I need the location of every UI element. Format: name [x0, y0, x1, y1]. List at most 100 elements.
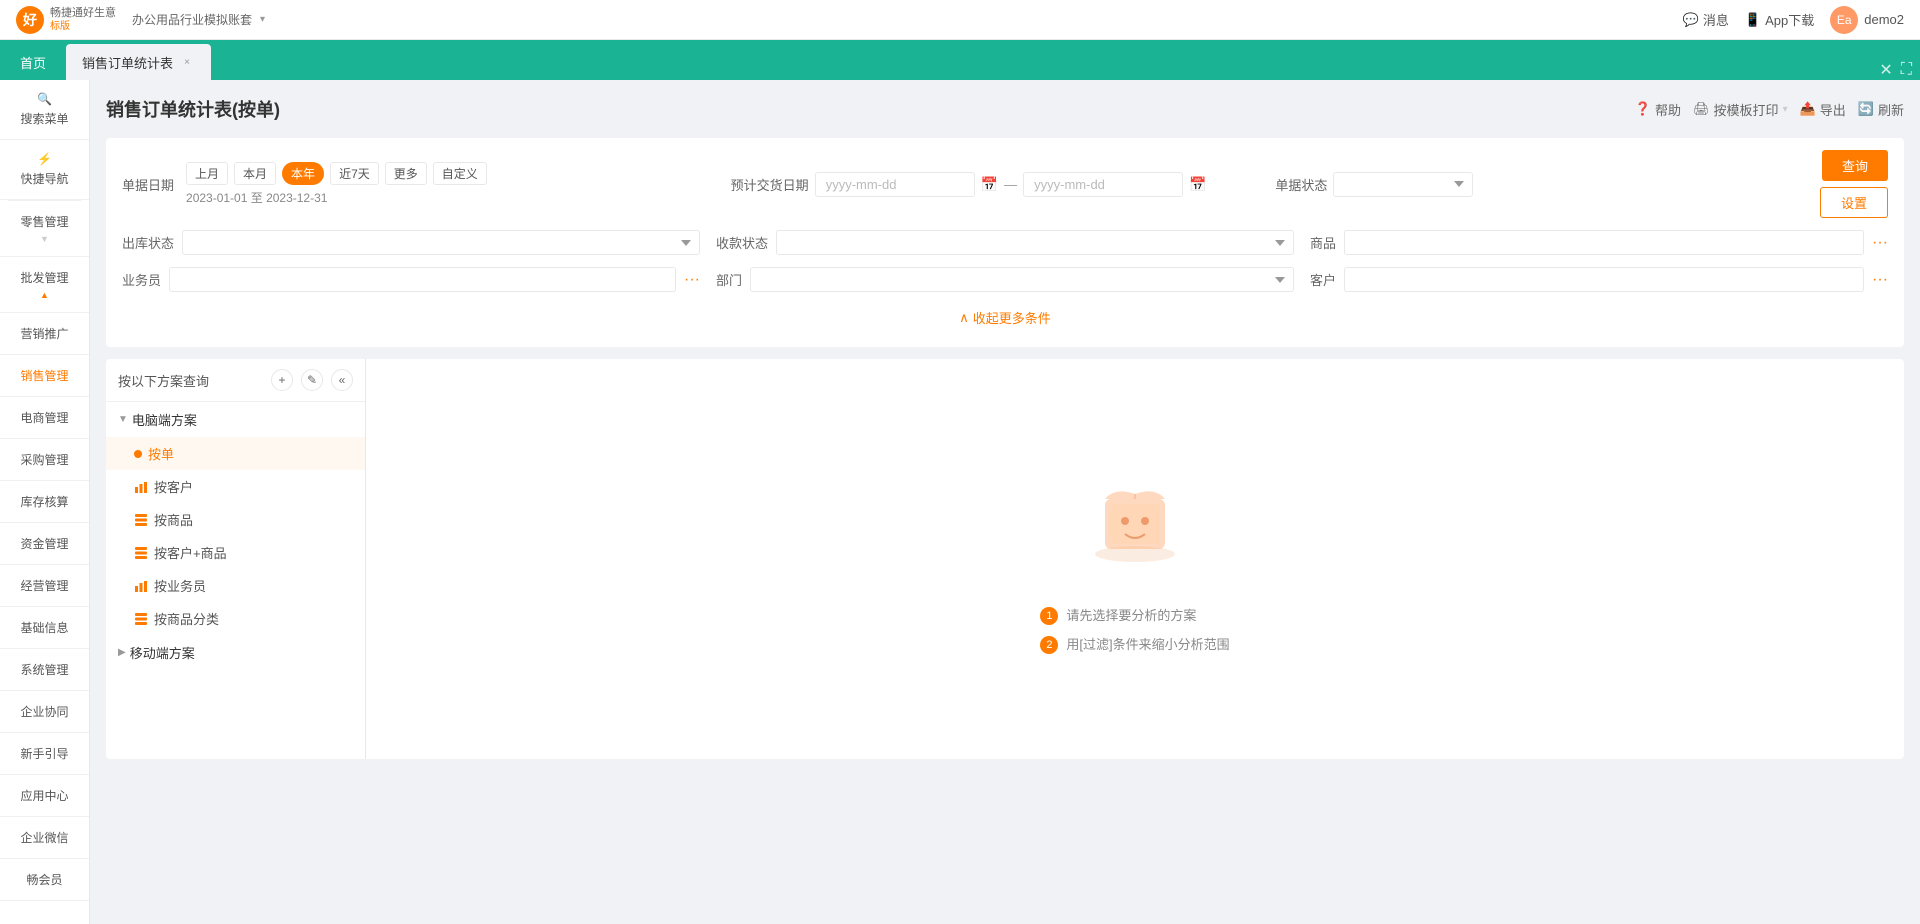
- message-btn[interactable]: 💬 消息: [1683, 10, 1729, 29]
- scheme-panel: 按以下方案查询 + ✎ « ▼ 电脑端方案: [106, 359, 366, 759]
- sidebar-item-sales[interactable]: 销售管理: [0, 355, 89, 397]
- scheme-edit-btn[interactable]: ✎: [301, 369, 323, 391]
- scheme-header-title: 按以下方案查询: [118, 371, 263, 390]
- download-icon: 📱: [1745, 12, 1761, 28]
- tab-expand-btn[interactable]: ⛶: [1901, 61, 1912, 79]
- sidebar-item-newbie[interactable]: 新手引导: [0, 733, 89, 775]
- filter-row-1: 单据日期 上月 本月 本年 近7天 更多 自定义 20: [122, 150, 1888, 218]
- date-btn-last-month[interactable]: 上月: [186, 162, 228, 185]
- table2-icon: [134, 546, 148, 560]
- scheme-add-btn[interactable]: +: [271, 369, 293, 391]
- tab-sales-order-stats[interactable]: 销售订单统计表 ×: [66, 44, 211, 80]
- date-btn-this-year[interactable]: 本年: [282, 162, 324, 185]
- customer-input[interactable]: [1344, 267, 1864, 292]
- scheme-group-mobile-header[interactable]: ▶ 移动端方案: [106, 635, 365, 670]
- sidebar-item-ecommerce[interactable]: 电商管理: [0, 397, 89, 439]
- expected-date-label: 预计交货日期: [731, 175, 809, 194]
- refresh-btn[interactable]: 🔄 刷新: [1858, 100, 1904, 119]
- goods-more-btn[interactable]: ···: [1872, 235, 1888, 251]
- sidebar-item-inventory[interactable]: 库存核算: [0, 481, 89, 523]
- empty-state-svg: [1075, 459, 1195, 579]
- result-area: 1 请先选择要分析的方案 2 用[过滤]条件来缩小分析范围: [366, 359, 1904, 759]
- date-range-display: 2023-01-01 至 2023-12-31: [186, 189, 719, 206]
- sidebar-quick-nav[interactable]: ⚡ 快捷导航: [0, 140, 89, 200]
- scheme-item-by-order[interactable]: 按单: [106, 437, 365, 470]
- collapse-bar[interactable]: ∧ 收起更多条件: [122, 300, 1888, 335]
- expected-date-group: 预计交货日期 📅 — 📅: [731, 172, 1264, 197]
- delivery-status-select[interactable]: [182, 230, 700, 255]
- tab-close-btn[interactable]: ×: [179, 54, 195, 70]
- date-shortcuts: 上月 本月 本年 近7天 更多 自定义: [186, 162, 719, 185]
- goods-group: 商品 ···: [1310, 230, 1888, 255]
- print-btn[interactable]: 🖨 按模板打印 ▾: [1693, 100, 1788, 119]
- sidebar-item-operations[interactable]: 经营管理: [0, 565, 89, 607]
- settings-btn[interactable]: 设置: [1820, 187, 1888, 218]
- tab-window-close-btn[interactable]: ✕: [1879, 60, 1892, 80]
- chart-icon: [134, 480, 148, 494]
- payment-status-group: 收款状态: [716, 230, 1294, 255]
- sidebar-item-purchase[interactable]: 采购管理: [0, 439, 89, 481]
- scheme-item-by-customer[interactable]: 按客户: [106, 470, 365, 503]
- date-btn-more[interactable]: 更多: [385, 162, 427, 185]
- content-area: 销售订单统计表(按单) ❓ 帮助 🖨 按模板打印 ▾ 📤: [90, 80, 1920, 924]
- calendar-icon-1[interactable]: 📅: [981, 176, 998, 193]
- dept-select[interactable]: [750, 267, 1294, 292]
- sidebar-item-basic[interactable]: 基础信息: [0, 607, 89, 649]
- scheme-item-by-salesman[interactable]: 按业务员: [106, 569, 365, 602]
- expected-date-end[interactable]: [1023, 172, 1183, 197]
- delivery-status-group: 出库状态: [122, 230, 700, 255]
- customer-more-btn[interactable]: ···: [1872, 272, 1888, 288]
- scheme-group-pc-header[interactable]: ▼ 电脑端方案: [106, 402, 365, 437]
- scheme-item-by-customer-goods[interactable]: 按客户+商品: [106, 536, 365, 569]
- sidebar-search[interactable]: 🔍 搜索菜单: [0, 80, 89, 140]
- sidebar-item-retail[interactable]: 零售管理 ▼: [0, 201, 89, 257]
- user-avatar[interactable]: Ea demo2: [1830, 6, 1904, 34]
- sidebar-item-finance[interactable]: 资金管理: [0, 523, 89, 565]
- date-dash: —: [1004, 177, 1017, 192]
- scheme-group-mobile: ▶ 移动端方案: [106, 635, 365, 670]
- app-dropdown-icon[interactable]: ▾: [260, 14, 265, 25]
- sidebar-item-app-center[interactable]: 应用中心: [0, 775, 89, 817]
- tab-home[interactable]: 首页: [4, 44, 62, 80]
- sidebar-item-wechat[interactable]: 企业微信: [0, 817, 89, 859]
- delivery-status-label: 出库状态: [122, 233, 174, 252]
- sidebar-item-wholesale[interactable]: 批发管理 ▲: [0, 257, 89, 313]
- help-btn[interactable]: ❓ 帮助: [1635, 100, 1681, 119]
- sidebar-item-marketing[interactable]: 营销推广: [0, 313, 89, 355]
- retail-arrow-icon: ▼: [40, 234, 49, 244]
- salesman-more-btn[interactable]: ···: [684, 272, 700, 288]
- scheme-item-by-category[interactable]: 按商品分类: [106, 602, 365, 635]
- date-btn-7days[interactable]: 近7天: [330, 162, 379, 185]
- filter-content-wrapper: 单据日期 上月 本月 本年 近7天 更多 自定义 20: [106, 138, 1904, 347]
- top-bar-right: 💬 消息 📱 App下载 Ea demo2: [1683, 6, 1904, 34]
- query-btn[interactable]: 查询: [1822, 150, 1888, 181]
- sidebar-item-member[interactable]: 畅会员: [0, 859, 89, 901]
- main-area: 🔍 搜索菜单 ⚡ 快捷导航 零售管理 ▼ 批发管理 ▲ 营销推广 销售管理 电商…: [0, 80, 1920, 924]
- active-dot-icon: [134, 450, 142, 458]
- goods-label: 商品: [1310, 233, 1336, 252]
- expected-date-start[interactable]: [815, 172, 975, 197]
- scheme-item-by-goods[interactable]: 按商品: [106, 503, 365, 536]
- filter-panel: 单据日期 上月 本月 本年 近7天 更多 自定义 20: [106, 138, 1904, 347]
- order-status-select[interactable]: [1333, 172, 1473, 197]
- refresh-icon: 🔄: [1858, 101, 1874, 117]
- scheme-collapse-btn[interactable]: «: [331, 369, 353, 391]
- calendar-icon-2[interactable]: 📅: [1189, 176, 1206, 193]
- app-download-btn[interactable]: 📱 App下载: [1745, 10, 1814, 29]
- salesman-input[interactable]: [169, 267, 676, 292]
- date-label: 单据日期: [122, 175, 174, 194]
- salesman-group: 业务员 ···: [122, 267, 700, 292]
- sidebar-item-system[interactable]: 系统管理: [0, 649, 89, 691]
- table-icon: [134, 513, 148, 527]
- help-icon: ❓: [1635, 101, 1651, 117]
- category-icon: [134, 612, 148, 626]
- sidebar: 🔍 搜索菜单 ⚡ 快捷导航 零售管理 ▼ 批发管理 ▲ 营销推广 销售管理 电商…: [0, 80, 90, 924]
- date-btn-this-month[interactable]: 本月: [234, 162, 276, 185]
- scheme-header: 按以下方案查询 + ✎ «: [106, 359, 365, 402]
- export-btn[interactable]: 📤 导出: [1800, 100, 1846, 119]
- payment-status-select[interactable]: [776, 230, 1294, 255]
- date-btn-custom[interactable]: 自定义: [433, 162, 487, 185]
- sidebar-item-enterprise[interactable]: 企业协同: [0, 691, 89, 733]
- goods-input[interactable]: [1344, 230, 1864, 255]
- print-dropdown-icon[interactable]: ▾: [1783, 104, 1788, 115]
